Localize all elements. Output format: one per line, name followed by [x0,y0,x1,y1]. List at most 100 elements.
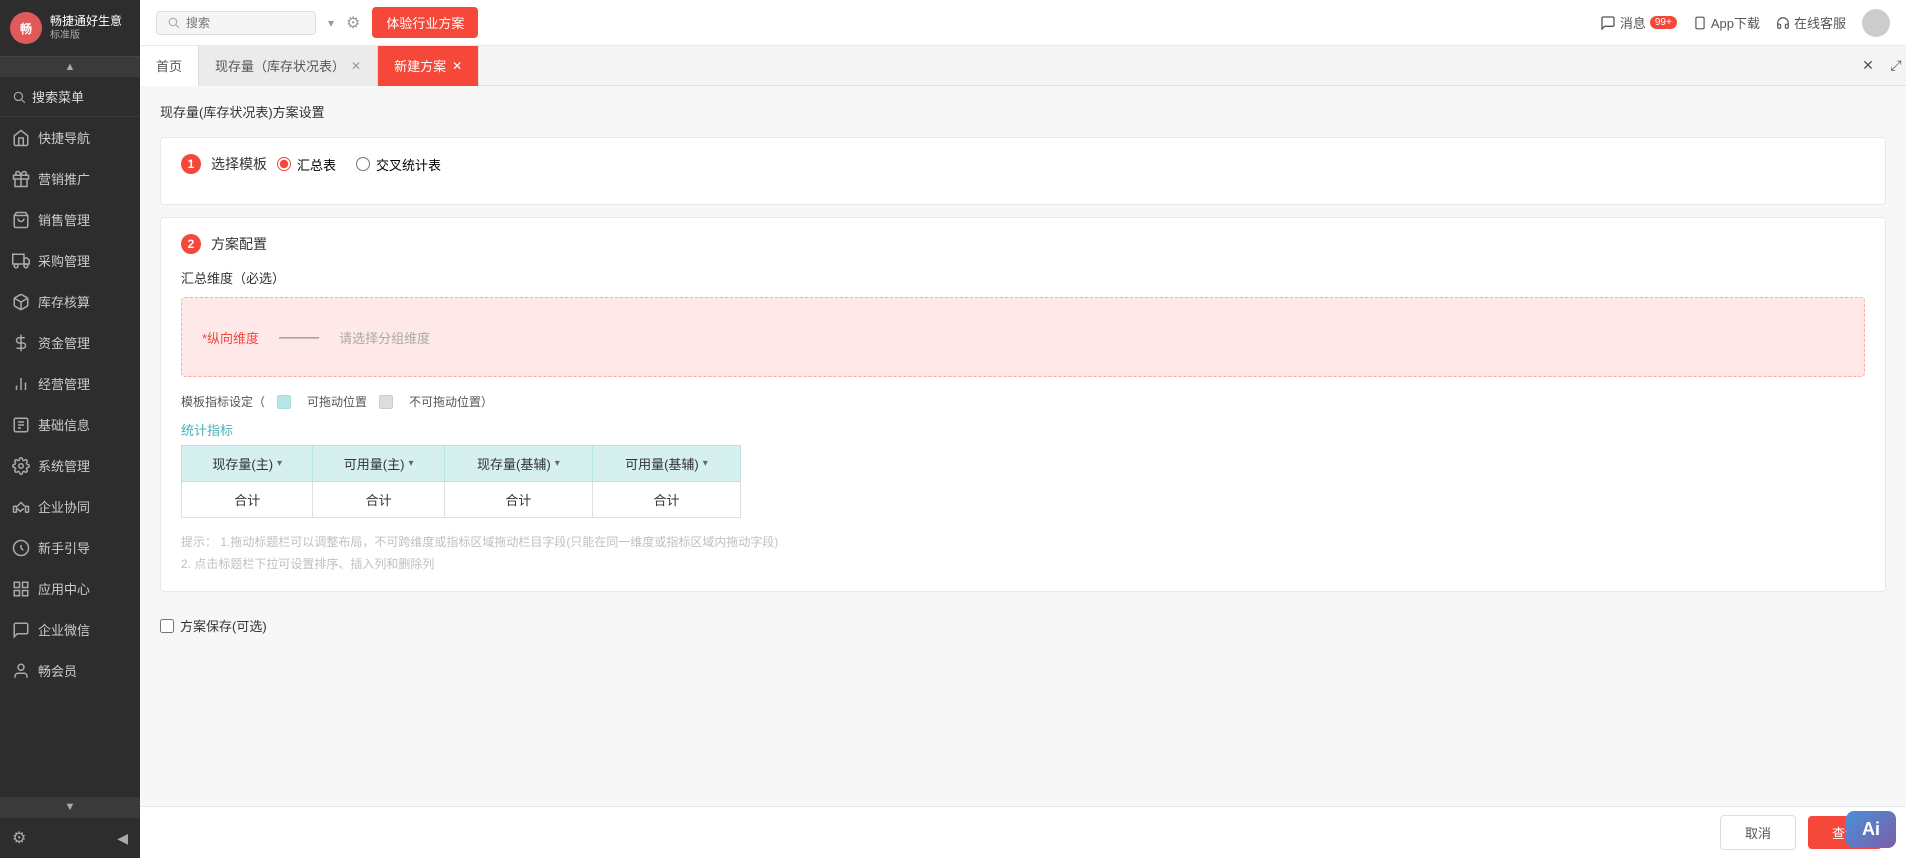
headset-icon [1776,16,1790,30]
topbar-search-input[interactable] [186,16,266,30]
phone-icon [1693,16,1707,30]
sidebar-item-system[interactable]: 系统管理 [0,445,140,486]
sidebar-item-inventory[interactable]: 库存核算 [0,281,140,322]
save-checkbox-label[interactable]: 方案保存(可选) [160,616,267,635]
tips-section: 提示： 1.拖动标题栏可以调整布局，不可跨维度或指标区域拖动栏目字段(只能在同一… [181,532,1865,575]
tab-inventory-status[interactable]: 现存量（库存状况表） ✕ [199,46,378,86]
cell-3-sub: 合计 [592,482,740,518]
handshake-icon [12,498,30,516]
topbar-online-service[interactable]: 在线客服 [1776,13,1846,32]
tips-line2: 2. 点击标题栏下拉可设置排序、插入列和删除列 [181,554,1865,576]
tab-home[interactable]: 首页 [140,46,199,86]
window-expand-btn[interactable]: ⤢ [1886,56,1906,76]
tab-new-scheme[interactable]: 新建方案 ✕ [378,46,479,86]
wechat-icon [12,621,30,639]
save-row: 方案保存(可选) [160,604,1886,647]
col-header-3[interactable]: 可用量(基辅) ▾ [592,446,740,482]
cell-0-sub: 合计 [182,482,313,518]
tips-line1: 提示： 1.拖动标题栏可以调整布局，不可跨维度或指标区域拖动栏目字段(只能在同一… [181,532,1865,554]
topbar-right: 消息 99+ App下载 在线客服 [1600,9,1890,37]
topbar-avatar[interactable] [1862,9,1890,37]
sidebar-item-new-guide[interactable]: 新手引导 [0,527,140,568]
sidebar-item-member[interactable]: 畅会员 [0,650,140,691]
sidebar-item-sales[interactable]: 销售管理 [0,199,140,240]
topbar-settings-icon[interactable]: ⚙ [346,13,360,33]
sidebar-item-basic-info[interactable]: 基础信息 [0,404,140,445]
sidebar-item-quick-nav[interactable]: 快捷导航 [0,117,140,158]
section-scheme-config: 2 方案配置 汇总维度（必选） *纵向维度 —— 请选择分组维度 模板指标设定（… [160,217,1886,592]
tabbar: 首页 现存量（库存状况表） ✕ 新建方案 ✕ ✕ ⤢ [140,46,1906,86]
page-title: 现存量(库存状况表)方案设置 [160,102,1886,121]
topbar-search-box[interactable] [156,11,316,35]
sidebar-footer: ⚙ ◀ [0,817,140,858]
topbar-message[interactable]: 消息 99+ [1600,13,1677,32]
main-area: ▾ ⚙ 体验行业方案 消息 99+ App下载 在线客服 首页 现存量（ [140,0,1906,858]
ai-badge[interactable]: Ai [1846,811,1896,848]
col-header-2[interactable]: 现存量(基辅) ▾ [444,446,592,482]
message-icon [1600,15,1616,31]
footer-bar: 取消 查询 [140,806,1906,858]
sidebar-item-enterprise-wechat[interactable]: 企业微信 [0,609,140,650]
cancel-button[interactable]: 取消 [1720,815,1796,850]
window-close-btn[interactable]: ✕ [1858,56,1878,76]
dimension-label: 汇总维度（必选） [181,268,1865,287]
radio-cross[interactable]: 交叉统计表 [356,155,441,174]
draggable-indicator [277,395,291,409]
settings-icon[interactable]: ⚙ [12,828,26,848]
logo-icon: 畅 [10,12,42,44]
dimension-arrow: —— [279,326,319,349]
col-header-0[interactable]: 现存量(主) ▾ [182,446,313,482]
box-icon [12,293,30,311]
chevron-0: ▾ [277,458,282,469]
topbar-app-download[interactable]: App下载 [1693,13,1760,32]
stats-section: 统计指标 现存量(主) ▾ 可用量 [181,420,1865,518]
section2-header: 2 方案配置 [181,234,1865,254]
topbar: ▾ ⚙ 体验行业方案 消息 99+ App下载 在线客服 [140,0,1906,46]
chevron-2: ▾ [555,458,560,469]
section1-title: 选择模板 [211,154,267,174]
template-indicator-row: 模板指标设定（ 可拖动位置 不可拖动位置） [181,393,1865,410]
info-icon [12,416,30,434]
member-icon [12,662,30,680]
sidebar-scroll-up[interactable]: ▲ [0,57,140,77]
radio-summary[interactable]: 汇总表 [277,155,336,174]
guide-icon [12,539,30,557]
save-checkbox-input[interactable] [160,619,174,633]
sidebar-item-app-center[interactable]: 应用中心 [0,568,140,609]
collapse-icon[interactable]: ◀ [117,830,128,847]
sidebar-item-marketing[interactable]: 营销推广 [0,158,140,199]
bag-icon [12,211,30,229]
sidebar-item-cooperation[interactable]: 企业协同 [0,486,140,527]
apps-icon [12,580,30,598]
section-select-template: 1 选择模板 汇总表 交叉统计表 [160,137,1886,205]
section2-number: 2 [181,234,201,254]
sidebar-logo: 畅 畅捷通好生意 标准版 [0,0,140,57]
col-header-1[interactable]: 可用量(主) ▾ [313,446,444,482]
tab-new-scheme-close[interactable]: ✕ [452,59,462,73]
search-icon [12,90,26,104]
content-area: 现存量(库存状况表)方案设置 1 选择模板 汇总表 交叉统计表 [140,86,1906,806]
sidebar-item-operation[interactable]: 经营管理 [0,363,140,404]
topbar-dropdown-icon[interactable]: ▾ [328,16,334,30]
window-controls: ✕ ⤢ [1858,56,1906,76]
non-draggable-indicator [379,395,393,409]
tab-inventory-close[interactable]: ✕ [351,59,361,73]
message-badge: 99+ [1650,16,1677,29]
sidebar-item-finance[interactable]: 资金管理 [0,322,140,363]
dimension-box[interactable]: *纵向维度 —— 请选择分组维度 [181,297,1865,377]
sidebar-nav: 快捷导航 营销推广 销售管理 采购管理 库存核算 资金管理 经营管理 基础信息 [0,117,140,797]
cell-1-sub: 合计 [313,482,444,518]
gear-icon [12,457,30,475]
sidebar-item-purchase[interactable]: 采购管理 [0,240,140,281]
dollar-icon [12,334,30,352]
template-radio-group: 汇总表 交叉统计表 [277,155,441,174]
sidebar-scroll-down[interactable]: ▼ [0,797,140,817]
logo-text: 畅捷通好生意 标准版 [50,14,122,43]
chevron-1: ▾ [408,458,413,469]
sidebar-search[interactable]: 搜索菜单 [0,77,140,117]
stats-table: 现存量(主) ▾ 可用量(主) ▾ [181,445,741,518]
truck-icon [12,252,30,270]
chevron-3: ▾ [703,458,708,469]
trial-btn[interactable]: 体验行业方案 [372,7,478,38]
section2-title: 方案配置 [211,234,267,254]
